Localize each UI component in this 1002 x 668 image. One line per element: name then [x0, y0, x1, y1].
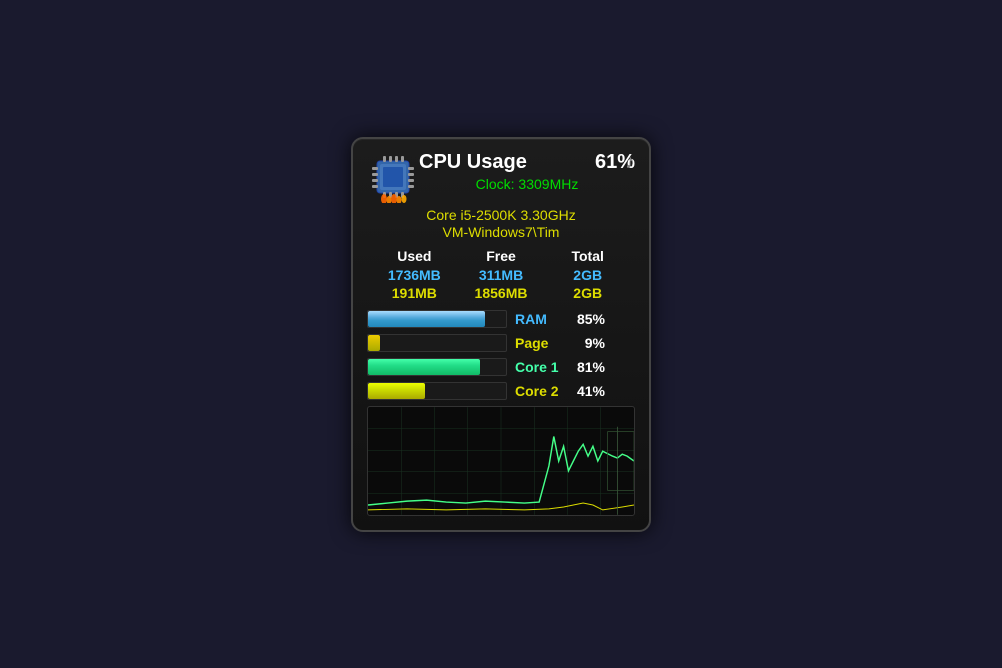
header-free: Free: [458, 248, 545, 264]
core-info: Core i5-2500K 3.30GHz: [367, 207, 635, 223]
header-used: Used: [371, 248, 458, 264]
cpu-graph: [367, 406, 635, 516]
bars-section: RAM 85% Page 9% Core 1 81% Core 2 41%: [367, 310, 635, 400]
cpu-title: CPU Usage: [419, 151, 527, 174]
music-icon: ♪: [625, 151, 635, 174]
core2-label: Core 2: [515, 383, 570, 399]
title-row: CPU Usage 61%: [419, 151, 635, 174]
graph-svg: [368, 407, 634, 515]
ram-bar-fill: [368, 311, 485, 327]
free-mb: 311MB: [458, 267, 545, 283]
ram-percent: 85%: [570, 311, 605, 327]
core2-bar-fill: [368, 383, 425, 399]
cpu-chip-icon: [367, 151, 419, 203]
free-mb-2: 1856MB: [458, 285, 545, 301]
widget-header: CPU Usage 61% Clock: 3309MHz ♪: [367, 151, 635, 203]
page-percent: 9%: [570, 335, 605, 351]
cpu-widget: CPU Usage 61% Clock: 3309MHz ♪ Core i5-2…: [351, 137, 651, 532]
core2-bar-row: Core 2 41%: [367, 382, 635, 400]
total-gb-2: 2GB: [544, 285, 631, 301]
used-mb-2: 191MB: [371, 285, 458, 301]
stats-header: Used Free Total: [367, 248, 635, 264]
core2-percent: 41%: [570, 383, 605, 399]
core1-label: Core 1: [515, 359, 570, 375]
core1-bar-fill: [368, 359, 480, 375]
core1-bar-row: Core 1 81%: [367, 358, 635, 376]
core1-bar-container: [367, 358, 507, 376]
core1-percent: 81%: [570, 359, 605, 375]
clock-info: Clock: 3309MHz: [419, 176, 635, 192]
page-bar-container: [367, 334, 507, 352]
total-gb: 2GB: [544, 267, 631, 283]
ram-bar-container: [367, 310, 507, 328]
header-total: Total: [544, 248, 631, 264]
core2-bar-container: [367, 382, 507, 400]
stats-row-2: 191MB 1856MB 2GB: [367, 284, 635, 302]
ram-label: RAM: [515, 311, 570, 327]
page-label: Page: [515, 335, 570, 351]
stats-table: Used Free Total 1736MB 311MB 2GB 191MB 1…: [367, 248, 635, 302]
header-text-area: CPU Usage 61% Clock: 3309MHz: [419, 151, 635, 192]
page-bar-fill: [368, 335, 380, 351]
used-mb: 1736MB: [371, 267, 458, 283]
ram-bar-row: RAM 85%: [367, 310, 635, 328]
stats-row-1: 1736MB 311MB 2GB: [367, 266, 635, 284]
page-bar-row: Page 9%: [367, 334, 635, 352]
vm-info: VM-Windows7\Tim: [367, 224, 635, 240]
